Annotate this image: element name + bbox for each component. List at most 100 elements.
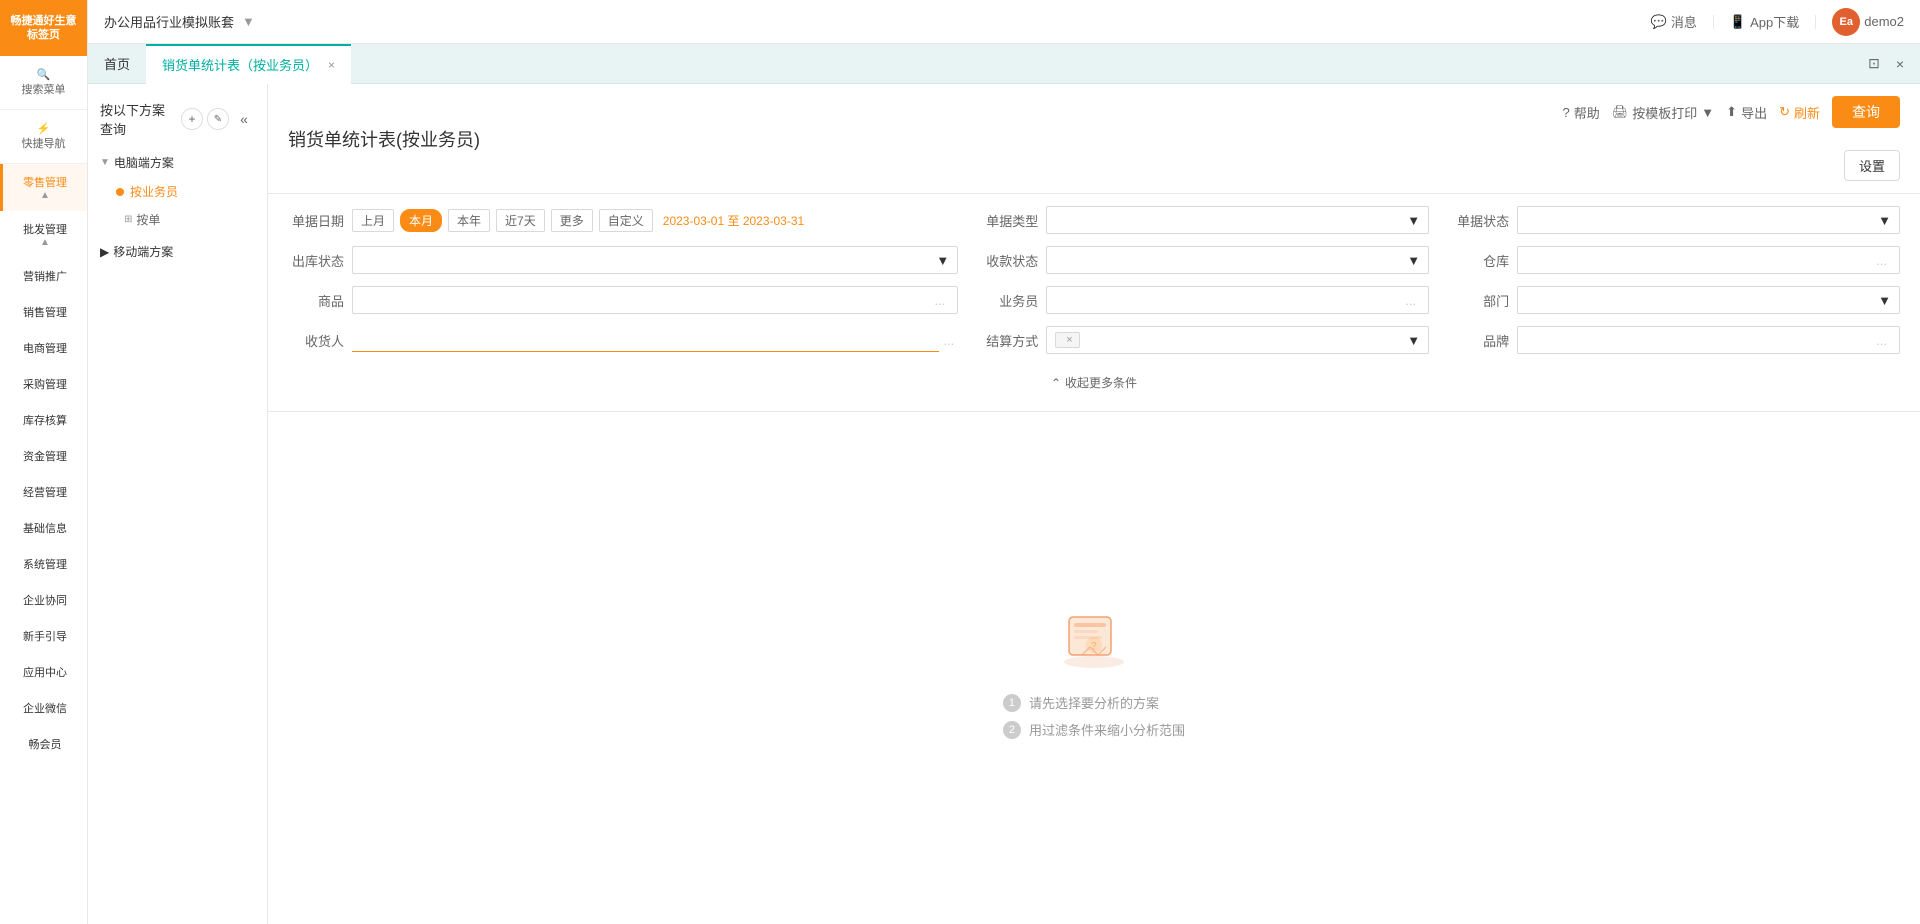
sidebar-item-retail[interactable]: 零售管理 ▲	[0, 164, 87, 211]
left-panel: 按以下方案查询 + ✎ « ▼ 电脑端方案 按业务员 ⊞ 按单	[88, 84, 268, 924]
date-custom-btn[interactable]: 自定义	[599, 209, 653, 232]
app-download-action[interactable]: 📱 App下载	[1730, 12, 1799, 31]
quick-nav-item[interactable]: ⚡ 快捷导航	[0, 114, 87, 159]
content-area: 按以下方案查询 + ✎ « ▼ 电脑端方案 按业务员 ⊞ 按单	[88, 84, 1920, 924]
brand-dots[interactable]: ...	[1872, 333, 1891, 348]
scheme-sub-item-order[interactable]: ⊞ 按单	[88, 206, 267, 233]
sidebar-item-ecommerce[interactable]: 电商管理	[0, 330, 87, 366]
export-button[interactable]: ⬆ 导出	[1726, 103, 1767, 122]
sidebar-item-finance[interactable]: 资金管理	[0, 438, 87, 474]
desktop-group-arrow: ▼	[100, 157, 110, 168]
sidebar-item-member[interactable]: 畅会员	[0, 726, 87, 762]
message-action[interactable]: 💬 消息	[1651, 12, 1697, 31]
warehouse-dots[interactable]: ...	[1872, 253, 1891, 268]
message-icon: 💬	[1651, 14, 1667, 30]
date-more-btn[interactable]: 更多	[551, 209, 593, 232]
stock-out-label: 出库状态	[288, 251, 344, 270]
top-header: 办公用品行业模拟账套 ▼ 💬 消息 📱 App下载 Ea demo2	[88, 0, 1920, 44]
tab-close-icon[interactable]: ×	[328, 58, 335, 72]
breadcrumb: 办公用品行业模拟账套	[104, 12, 234, 31]
brand-label: 品牌	[1453, 331, 1509, 350]
date-last7-btn[interactable]: 近7天	[496, 209, 545, 232]
sidebar-item-sales[interactable]: 销售管理	[0, 294, 87, 330]
sidebar-item-system[interactable]: 系统管理	[0, 546, 87, 582]
receiver-input[interactable]	[352, 328, 939, 352]
query-button[interactable]: 查询	[1832, 96, 1900, 128]
filter-stock-out: 出库状态 ▼	[288, 246, 958, 274]
tab-home[interactable]: 首页	[88, 44, 146, 84]
sidebar-item-newbie[interactable]: 新手引导	[0, 618, 87, 654]
sidebar-item-operation[interactable]: 经营管理	[0, 474, 87, 510]
wholesale-arrow: ▲	[40, 237, 50, 248]
brand-select[interactable]: ...	[1517, 326, 1900, 354]
sidebar-item-purchase[interactable]: 采购管理	[0, 366, 87, 402]
receiver-label: 收货人	[288, 331, 344, 350]
sidebar-item-enterprise[interactable]: 企业协同	[0, 582, 87, 618]
tab-close-button[interactable]: ×	[1892, 54, 1908, 74]
refresh-button[interactable]: ↻ 刷新	[1779, 103, 1820, 122]
filter-row-4: 收货人 ... 结算方式 × ▼	[288, 326, 1900, 354]
filter-date: 单据日期 上月 本月 本年 近7天 更多 自定义 2023-03-01 至 20…	[288, 209, 958, 232]
settlement-tag-close-icon[interactable]: ×	[1066, 334, 1072, 346]
sidebar-item-marketing[interactable]: 营销推广	[0, 258, 87, 294]
filter-warehouse: 仓库 ...	[1453, 246, 1900, 274]
payment-status-select[interactable]: ▼	[1046, 246, 1429, 274]
app-icon: 📱	[1730, 14, 1746, 30]
add-scheme-button[interactable]: +	[181, 108, 203, 130]
scheme-item-salesperson[interactable]: 按业务员	[88, 177, 267, 206]
doc-type-select[interactable]: ▼	[1046, 206, 1429, 234]
filter-goods: 商品 ...	[288, 286, 958, 314]
desktop-scheme-title[interactable]: ▼ 电脑端方案	[88, 148, 267, 177]
sidebar-item-corpwechat[interactable]: 企业微信	[0, 690, 87, 726]
collapse-more-button[interactable]: ⌃ 收起更多条件	[288, 366, 1900, 399]
data-area: ? 1 请先选择要分析的方案 2 用过滤条件来缩小分析范围	[268, 412, 1920, 924]
header-left: 办公用品行业模拟账套 ▼	[104, 12, 255, 31]
mobile-scheme-group: ▶ 移动端方案	[88, 235, 267, 268]
warehouse-select[interactable]: ...	[1517, 246, 1900, 274]
doc-type-dropdown-icon: ▼	[1407, 213, 1420, 228]
goods-label: 商品	[288, 291, 344, 310]
department-select[interactable]: ▼	[1517, 286, 1900, 314]
settlement-tag[interactable]: ×	[1055, 332, 1079, 348]
salesperson-select[interactable]: ...	[1046, 286, 1429, 314]
tab-sales-stats[interactable]: 销货单统计表（按业务员） ×	[146, 44, 351, 84]
search-menu-item[interactable]: 🔍 搜索菜单	[6, 64, 81, 101]
doc-status-label: 单据状态	[1453, 211, 1509, 230]
collapse-panel-button[interactable]: «	[233, 108, 255, 130]
date-label: 单据日期	[288, 211, 344, 230]
sidebar-item-basic[interactable]: 基础信息	[0, 510, 87, 546]
date-this-year-btn[interactable]: 本年	[448, 209, 490, 232]
tabs-bar: 首页 销货单统计表（按业务员） × ⊡ ×	[88, 44, 1920, 84]
mobile-scheme-title[interactable]: ▶ 移动端方案	[88, 237, 267, 266]
date-this-month-btn[interactable]: 本月	[400, 209, 442, 232]
filter-salesperson: 业务员 ...	[982, 286, 1429, 314]
mobile-group-arrow: ▶	[100, 245, 109, 259]
salesperson-dots[interactable]: ...	[1401, 293, 1420, 308]
doc-status-select[interactable]: ▼	[1517, 206, 1900, 234]
receiver-dots[interactable]: ...	[939, 333, 958, 348]
goods-dots[interactable]: ...	[930, 293, 949, 308]
breadcrumb-dropdown-icon[interactable]: ▼	[242, 14, 255, 29]
sidebar-item-inventory[interactable]: 库存核算	[0, 402, 87, 438]
stock-out-select[interactable]: ▼	[352, 246, 958, 274]
settlement-select[interactable]: × ▼	[1046, 326, 1429, 354]
nav-icon: ⚡	[37, 122, 51, 135]
help-link[interactable]: ? 帮助	[1563, 103, 1600, 122]
user-action[interactable]: Ea demo2	[1832, 8, 1904, 36]
tab-restore-button[interactable]: ⊡	[1864, 53, 1884, 74]
sub-icon: ⊞	[124, 214, 132, 225]
goods-select[interactable]: ...	[352, 286, 958, 314]
edit-scheme-button[interactable]: ✎	[207, 108, 229, 130]
date-last-month-btn[interactable]: 上月	[352, 209, 394, 232]
sidebar: 畅捷通好生意 标签页 🔍 搜索菜单 ⚡ 快捷导航 零售管理 ▲ 批发管理 ▲ 营…	[0, 0, 88, 924]
setting-button[interactable]: 设置	[1844, 150, 1900, 181]
filter-payment-status: 收款状态 ▼	[982, 246, 1429, 274]
header-separator-1	[1713, 15, 1714, 29]
avatar: Ea	[1832, 8, 1860, 36]
sidebar-item-appstore[interactable]: 应用中心	[0, 654, 87, 690]
print-arrow-icon: ▼	[1701, 105, 1714, 120]
print-button[interactable]: 🖨 按模板打印 ▼	[1612, 103, 1714, 122]
sidebar-item-wholesale[interactable]: 批发管理 ▲	[0, 211, 87, 258]
left-panel-icons: + ✎ «	[181, 108, 255, 130]
main-area: 办公用品行业模拟账套 ▼ 💬 消息 📱 App下载 Ea demo2	[88, 0, 1920, 924]
